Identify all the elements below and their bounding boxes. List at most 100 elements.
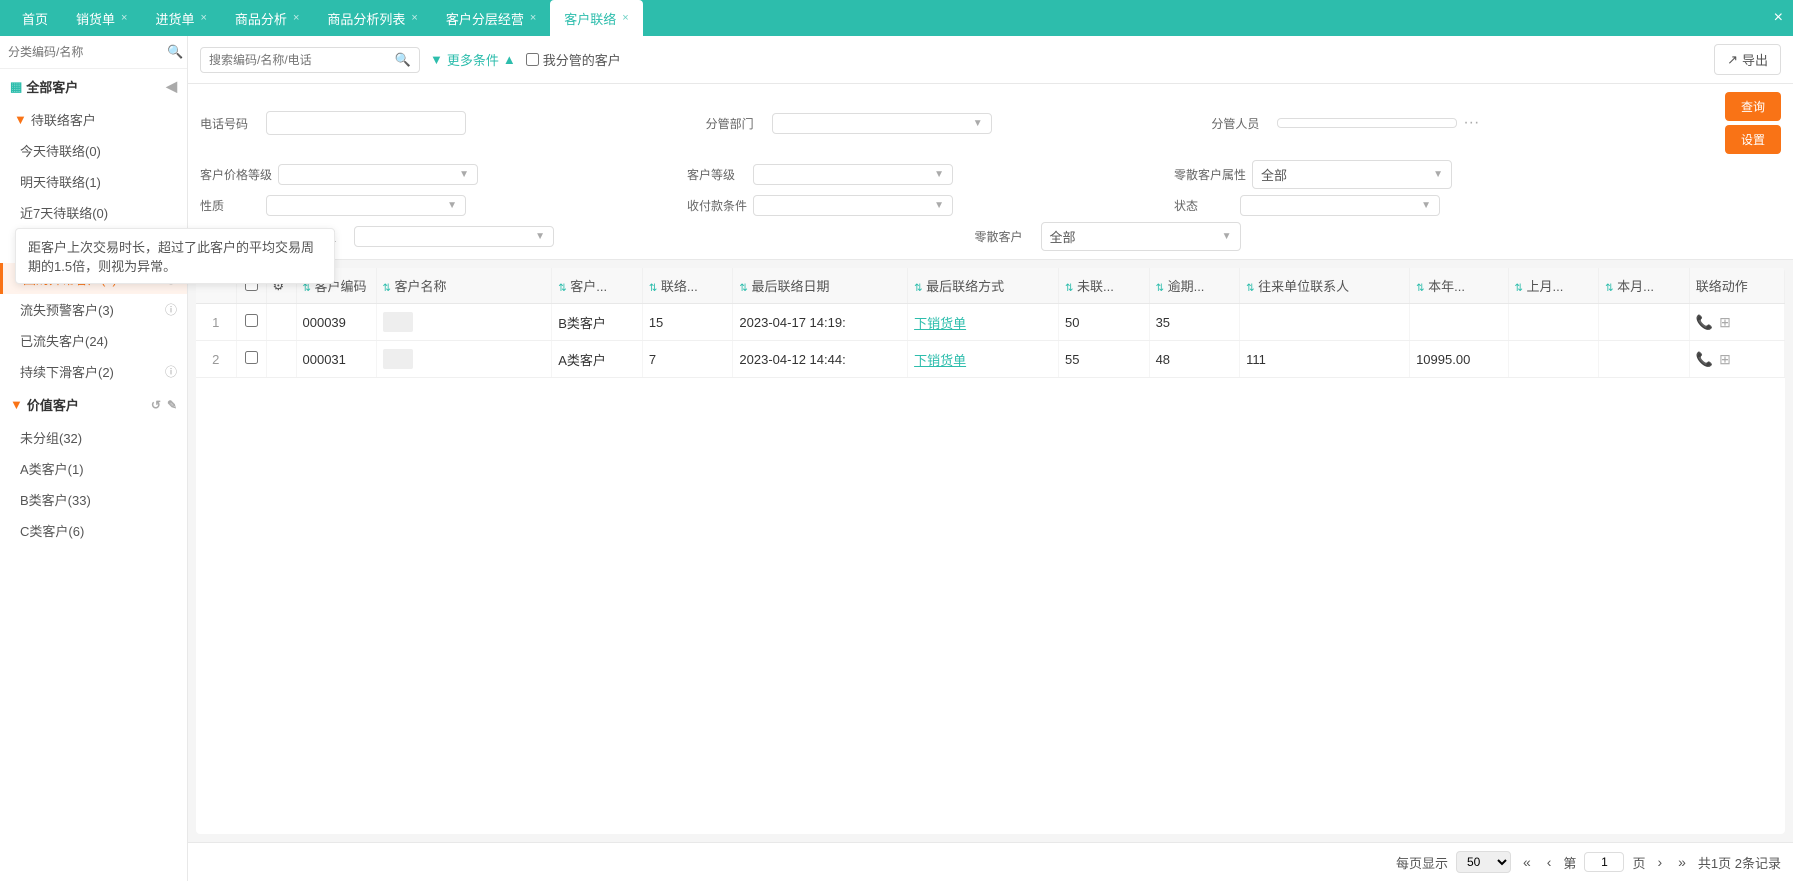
sidebar-item-class-b[interactable]: B类客户(33) <box>0 484 187 515</box>
sidebar-item-today[interactable]: 今天待联络(0) <box>0 135 187 166</box>
first-page-button[interactable]: « <box>1519 852 1535 872</box>
my-customers-checkbox[interactable] <box>526 53 539 66</box>
sidebar-search-input[interactable] <box>8 45 163 59</box>
sidebar-item-class-c[interactable]: C类客户(6) <box>0 515 187 546</box>
filter-customer-type-select[interactable]: ▼ <box>354 226 554 247</box>
more-conditions-button[interactable]: ▼ 更多条件 ▲ <box>430 50 516 69</box>
more-action-icon-1[interactable]: ⊞ <box>1719 314 1731 331</box>
th-unit-contact[interactable]: ⇅ 往来单位联系人 <box>1240 268 1410 304</box>
th-customer-type[interactable]: ⇅ 客户... <box>552 268 643 304</box>
filter-manager-ellipsis[interactable]: ··· <box>1463 114 1479 132</box>
filter-retail-customer-select[interactable]: 全部 ▼ <box>1041 222 1241 251</box>
sidebar-item-7days[interactable]: 近7天待联络(0) <box>0 197 187 228</box>
window-close-button[interactable]: × <box>1774 9 1783 27</box>
nav-tab-customer-tier[interactable]: 客户分层经营 × <box>432 0 550 36</box>
th-last-month-sort-icon: ⇅ <box>1515 283 1523 294</box>
filter-price-level-select[interactable]: ▼ <box>278 164 478 185</box>
nav-tab-product-analysis-close[interactable]: × <box>293 12 299 24</box>
nav-tab-customer-tier-label: 客户分层经营 <box>446 9 524 28</box>
nav-tab-home-label: 首页 <box>22 9 48 28</box>
nav-tab-purchase[interactable]: 进货单 × <box>141 0 220 36</box>
th-this-month[interactable]: ⇅ 本月... <box>1599 268 1690 304</box>
th-overdue[interactable]: ⇅ 逾期... <box>1149 268 1240 304</box>
info-icon-declining[interactable]: ⓘ <box>165 363 177 380</box>
row-checkbox-1[interactable] <box>245 314 258 327</box>
th-this-year[interactable]: ⇅ 本年... <box>1410 268 1508 304</box>
export-button[interactable]: ↗ 导出 <box>1714 44 1781 75</box>
th-last-contact-date[interactable]: ⇅ 最后联络日期 <box>733 268 908 304</box>
nav-tab-customer-contact[interactable]: 客户联络 × <box>550 0 642 36</box>
refresh-icon[interactable]: ↺ <box>151 398 161 412</box>
phone-action-icon-1[interactable]: 📞 <box>1696 314 1713 331</box>
info-icon-churn[interactable]: ⓘ <box>165 301 177 318</box>
phone-action-icon-2[interactable]: 📞 <box>1696 351 1713 368</box>
sidebar-item-churn-warning[interactable]: 流失预警客户(3) ⓘ <box>0 294 187 325</box>
search-input[interactable] <box>209 53 389 67</box>
chevron-up-icon: ▲ <box>503 52 516 67</box>
th-last-contact-method[interactable]: ⇅ 最后联络方式 <box>908 268 1059 304</box>
sidebar-item-tomorrow[interactable]: 明天待联络(1) <box>0 166 187 197</box>
sidebar-item-churned[interactable]: 已流失客户(24) <box>0 325 187 356</box>
td-uncontacted-2: 55 <box>1058 341 1149 378</box>
td-action-2: 📞 ⊞ <box>1689 341 1784 378</box>
search-icon[interactable]: 🔍 <box>395 52 411 68</box>
td-type-1: B类客户 <box>552 304 643 341</box>
sidebar-item-churned-label: 已流失客户(24) <box>20 331 108 350</box>
filter-payment-select[interactable]: ▼ <box>753 195 953 216</box>
sidebar-all-customers[interactable]: ▦ 全部客户 ◀ <box>0 69 187 104</box>
pagination: 每页显示 50 100 200 « ‹ 第 页 › » 共1页 2条记录 <box>188 842 1793 881</box>
sidebar-search-icon[interactable]: 🔍 <box>167 44 183 60</box>
td-settings-2 <box>266 341 296 378</box>
nav-tab-product-list[interactable]: 商品分析列表 × <box>313 0 431 36</box>
last-page-button[interactable]: » <box>1674 852 1690 872</box>
filter-row-3: 性质 ▼ 收付款条件 ▼ 状态 <box>200 195 1781 216</box>
nav-tab-customer-contact-close[interactable]: × <box>622 12 628 24</box>
filter-department-select[interactable]: ▼ <box>772 113 992 134</box>
all-customers-label: 全部客户 <box>26 77 78 96</box>
pending-section-title[interactable]: ▼ 待联络客户 <box>0 104 187 135</box>
edit-icon[interactable]: ✎ <box>167 398 177 412</box>
page-number-input[interactable] <box>1584 852 1624 872</box>
nav-tab-sales[interactable]: 销货单 × <box>62 0 141 36</box>
row-checkbox-2[interactable] <box>245 351 258 364</box>
filter-price-level-label: 客户价格等级 <box>200 166 272 183</box>
th-uncontacted[interactable]: ⇅ 未联... <box>1058 268 1149 304</box>
nav-tab-product-list-label: 商品分析列表 <box>327 9 405 28</box>
nav-tab-purchase-close[interactable]: × <box>200 12 206 24</box>
filter-status-select[interactable]: ▼ <box>1240 195 1440 216</box>
more-action-icon-2[interactable]: ⊞ <box>1719 351 1731 368</box>
chevron-down-icon-dept: ▼ <box>973 118 983 129</box>
table-container: ⚙ ⇅ 客户编码 ⇅ 客户名称 ⇅ 客户... <box>196 268 1785 834</box>
per-page-select[interactable]: 50 100 200 <box>1456 851 1511 873</box>
filter-phone-input[interactable] <box>266 111 466 135</box>
th-name[interactable]: ⇅ 客户名称 <box>376 268 552 304</box>
th-last-month[interactable]: ⇅ 上月... <box>1508 268 1599 304</box>
value-section-title[interactable]: ▼ 价值客户 ↺ ✎ <box>0 387 187 422</box>
filter-manager-select[interactable] <box>1277 118 1457 128</box>
table-row: 2 000031 A类客户 7 2023-04-12 14:44: <box>196 341 1785 378</box>
collapse-icon[interactable]: ◀ <box>166 78 177 95</box>
query-button[interactable]: 查询 <box>1725 92 1781 121</box>
td-method-2[interactable]: 下销货单 <box>908 341 1059 378</box>
prev-page-button[interactable]: ‹ <box>1543 852 1556 872</box>
sidebar-item-ungrouped[interactable]: 未分组(32) <box>0 422 187 453</box>
nav-tab-home[interactable]: 首页 <box>8 0 62 36</box>
filter-payment-label: 收付款条件 <box>687 197 747 214</box>
next-page-button[interactable]: › <box>1653 852 1666 872</box>
td-method-1[interactable]: 下销货单 <box>908 304 1059 341</box>
nav-tab-customer-tier-close[interactable]: × <box>530 12 536 24</box>
nav-tab-product-list-close[interactable]: × <box>411 12 417 24</box>
filter-customer-level-select[interactable]: ▼ <box>753 164 953 185</box>
export-icon: ↗ <box>1727 52 1738 68</box>
settings-button[interactable]: 设置 <box>1725 125 1781 154</box>
sidebar-item-declining[interactable]: 持续下滑客户(2) ⓘ <box>0 356 187 387</box>
filter-gender-select[interactable]: ▼ <box>266 195 466 216</box>
th-contact[interactable]: ⇅ 联络... <box>642 268 733 304</box>
th-this-month-sort-icon: ⇅ <box>1605 283 1613 294</box>
filter-retail-attr-select[interactable]: 全部 ▼ <box>1252 160 1452 189</box>
method-link-2[interactable]: 下销货单 <box>914 353 966 368</box>
sidebar-item-class-a[interactable]: A类客户(1) <box>0 453 187 484</box>
nav-tab-sales-close[interactable]: × <box>121 12 127 24</box>
nav-tab-product-analysis[interactable]: 商品分析 × <box>221 0 313 36</box>
method-link-1[interactable]: 下销货单 <box>914 316 966 331</box>
